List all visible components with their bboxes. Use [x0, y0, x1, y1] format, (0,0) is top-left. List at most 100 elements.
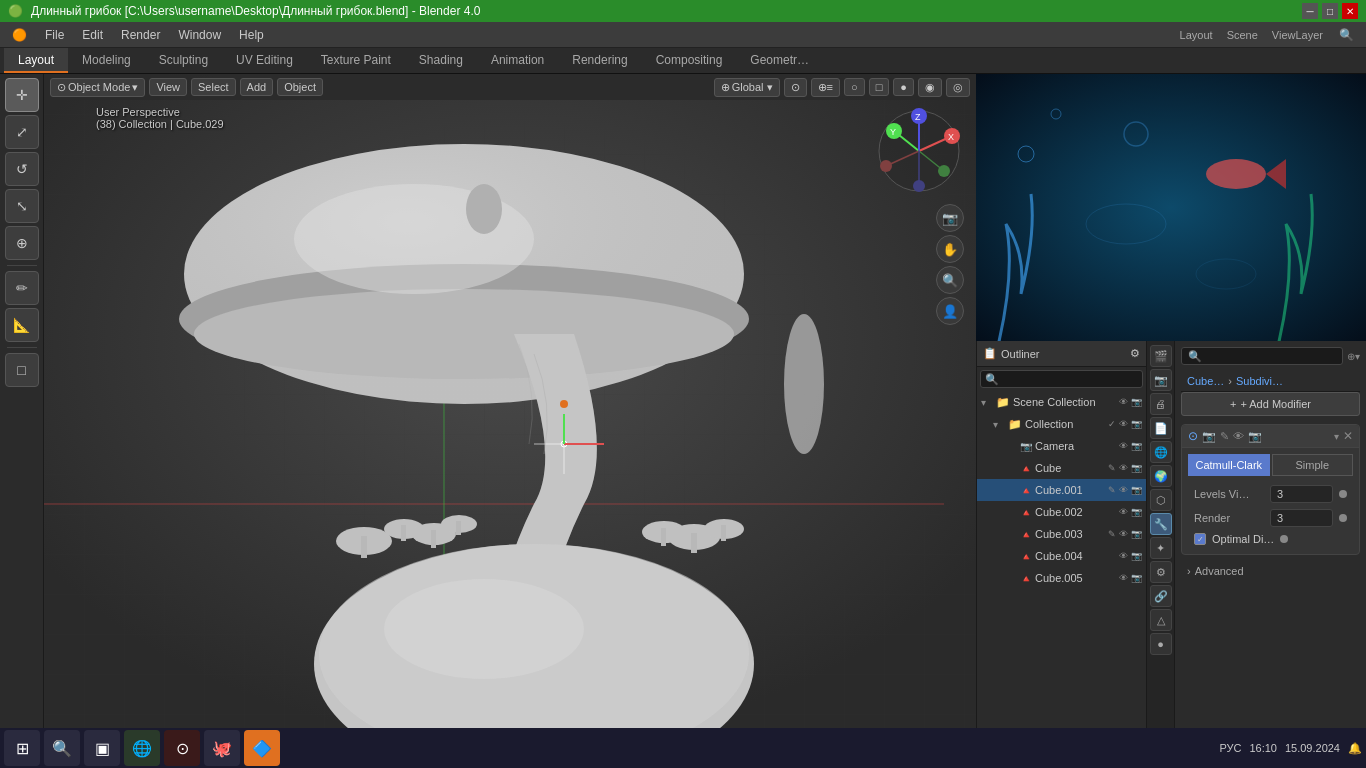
cube-vis[interactable]: 👁	[1119, 463, 1128, 473]
tool-scale[interactable]: ⤡	[5, 189, 39, 223]
cube-render[interactable]: 📷	[1131, 463, 1142, 473]
collection-check[interactable]: ✓	[1108, 419, 1116, 429]
prop-btn-material[interactable]: ●	[1150, 633, 1172, 655]
breadcrumb-modifier[interactable]: Subdivi…	[1236, 375, 1283, 387]
tab-texture-paint[interactable]: Texture Paint	[307, 48, 405, 73]
tool-annotate[interactable]: ✏	[5, 271, 39, 305]
cube002-vis[interactable]: 👁	[1119, 507, 1128, 517]
menu-window[interactable]: Window	[170, 26, 229, 44]
prop-btn-modifier[interactable]: 🔧	[1150, 513, 1172, 535]
prop-btn-output[interactable]: 🖨	[1150, 393, 1172, 415]
outliner-item-cube-004[interactable]: 🔺 Cube.004 👁 📷	[977, 545, 1146, 567]
tab-simple[interactable]: Simple	[1272, 454, 1354, 476]
start-button[interactable]: ⊞	[4, 730, 40, 766]
object-menu[interactable]: Object	[277, 78, 323, 96]
prop-btn-scene-props[interactable]: 🌐	[1150, 441, 1172, 463]
render-input[interactable]: 3	[1270, 509, 1333, 527]
prop-btn-scene[interactable]: 🎬	[1150, 345, 1172, 367]
prop-btn-particles[interactable]: ✦	[1150, 537, 1172, 559]
levels-viewport-input[interactable]: 3	[1270, 485, 1333, 503]
tab-sculpting[interactable]: Sculpting	[145, 48, 222, 73]
cube002-render[interactable]: 📷	[1131, 507, 1142, 517]
snapping-toggle[interactable]: ⊙	[784, 78, 807, 97]
outliner-item-cube-003[interactable]: 🔺 Cube.003 ✎ 👁 📷	[977, 523, 1146, 545]
breadcrumb-object[interactable]: Cube…	[1187, 375, 1224, 387]
modifier-search-input[interactable]	[1181, 347, 1343, 365]
add-menu[interactable]: Add	[240, 78, 274, 96]
zoom-button[interactable]: 🔍	[936, 266, 964, 294]
viewport-overlay-toggle[interactable]: ○	[844, 78, 865, 96]
tab-layout[interactable]: Layout	[4, 48, 68, 73]
tab-rendering[interactable]: Rendering	[558, 48, 641, 73]
minimize-button[interactable]: ─	[1302, 3, 1318, 19]
title-bar-controls[interactable]: ─ □ ✕	[1302, 3, 1358, 19]
add-modifier-button[interactable]: + + Add Modifier	[1181, 392, 1360, 416]
tab-modeling[interactable]: Modeling	[68, 48, 145, 73]
cube005-vis[interactable]: 👁	[1119, 573, 1128, 583]
menu-blender[interactable]: 🟠	[4, 26, 35, 44]
task-view-button[interactable]: ▣	[84, 730, 120, 766]
outliner-item-cube[interactable]: 🔺 Cube ✎ 👁 📷	[977, 457, 1146, 479]
advanced-section-toggle[interactable]: › Advanced	[1181, 561, 1360, 581]
viewport-shading-rendered[interactable]: ◎	[946, 78, 970, 97]
prop-btn-object[interactable]: ⬡	[1150, 489, 1172, 511]
cube004-vis[interactable]: 👁	[1119, 551, 1128, 561]
optimal-display-checkbox[interactable]: ✓	[1194, 533, 1206, 545]
prop-btn-world[interactable]: 🌍	[1150, 465, 1172, 487]
cube003-vis[interactable]: 👁	[1119, 529, 1128, 539]
close-button[interactable]: ✕	[1342, 3, 1358, 19]
chrome-button[interactable]: 🌐	[124, 730, 160, 766]
modifier-visibility-icon[interactable]: ⊙	[1188, 429, 1198, 443]
outliner-filter-icon[interactable]: ⚙	[1130, 347, 1140, 360]
outliner-item-camera[interactable]: 📷 Camera 👁 📷	[977, 435, 1146, 457]
menu-edit[interactable]: Edit	[74, 26, 111, 44]
tool-move[interactable]: ⤢	[5, 115, 39, 149]
cube001-vis[interactable]: 👁	[1119, 485, 1128, 495]
maximize-button[interactable]: □	[1322, 3, 1338, 19]
taskbar-notification[interactable]: 🔔	[1348, 742, 1362, 755]
tool-transform[interactable]: ⊕	[5, 226, 39, 260]
camera-vis[interactable]: 👁	[1119, 441, 1128, 451]
outliner-item-cube-005[interactable]: 🔺 Cube.005 👁 📷	[977, 567, 1146, 589]
opera-button[interactable]: ⊙	[164, 730, 200, 766]
camera-person-button[interactable]: 👤	[936, 297, 964, 325]
modifier-dropdown-icon[interactable]: ▾	[1334, 431, 1339, 442]
modifier-camera-icon[interactable]: 📷	[1202, 430, 1216, 443]
collection-vis[interactable]: 👁	[1119, 419, 1128, 429]
mode-selector[interactable]: ⊙ Object Mode ▾	[50, 78, 145, 97]
collection-render[interactable]: 📷	[1131, 419, 1142, 429]
tab-animation[interactable]: Animation	[477, 48, 558, 73]
view-menu[interactable]: View	[149, 78, 187, 96]
viewport-shading-solid[interactable]: ●	[893, 78, 914, 96]
prop-btn-physics[interactable]: ⚙	[1150, 561, 1172, 583]
camera-render[interactable]: 📷	[1131, 441, 1142, 451]
cube003-render[interactable]: 📷	[1131, 529, 1142, 539]
cube004-render[interactable]: 📷	[1131, 551, 1142, 561]
prop-btn-constraints[interactable]: 🔗	[1150, 585, 1172, 607]
camera-view-button[interactable]: 📷	[936, 204, 964, 232]
transform-global[interactable]: ⊕ Global ▾	[714, 78, 780, 97]
tab-uv-editing[interactable]: UV Editing	[222, 48, 307, 73]
modifier-render2-icon[interactable]: 📷	[1248, 430, 1262, 443]
tool-measure[interactable]: 📐	[5, 308, 39, 342]
tool-rotate[interactable]: ↺	[5, 152, 39, 186]
github-button[interactable]: 🐙	[204, 730, 240, 766]
prop-btn-render[interactable]: 📷	[1150, 369, 1172, 391]
scene-collection-render[interactable]: 📷	[1131, 397, 1142, 407]
modifier-close-icon[interactable]: ✕	[1343, 429, 1353, 443]
viewport-shading-wire[interactable]: □	[869, 78, 890, 96]
outliner-item-cube-002[interactable]: 🔺 Cube.002 👁 📷	[977, 501, 1146, 523]
cube001-render[interactable]: 📷	[1131, 485, 1142, 495]
modifier-edit-icon[interactable]: ✎	[1220, 430, 1229, 443]
outliner-item-collection[interactable]: ▾ 📁 Collection ✓ 👁 📷	[977, 413, 1146, 435]
tab-geometry[interactable]: Geometr…	[736, 48, 823, 73]
menu-file[interactable]: File	[37, 26, 72, 44]
outliner-item-cube-001[interactable]: 🔺 Cube.001 ✎ 👁 📷	[977, 479, 1146, 501]
tab-shading[interactable]: Shading	[405, 48, 477, 73]
viewport-shading-material[interactable]: ◉	[918, 78, 942, 97]
menu-render[interactable]: Render	[113, 26, 168, 44]
blender-taskbar-button[interactable]: 🔷	[244, 730, 280, 766]
scene-collection-vis[interactable]: 👁	[1119, 397, 1128, 407]
search-taskbar-button[interactable]: 🔍	[44, 730, 80, 766]
prop-btn-view-layer[interactable]: 📄	[1150, 417, 1172, 439]
